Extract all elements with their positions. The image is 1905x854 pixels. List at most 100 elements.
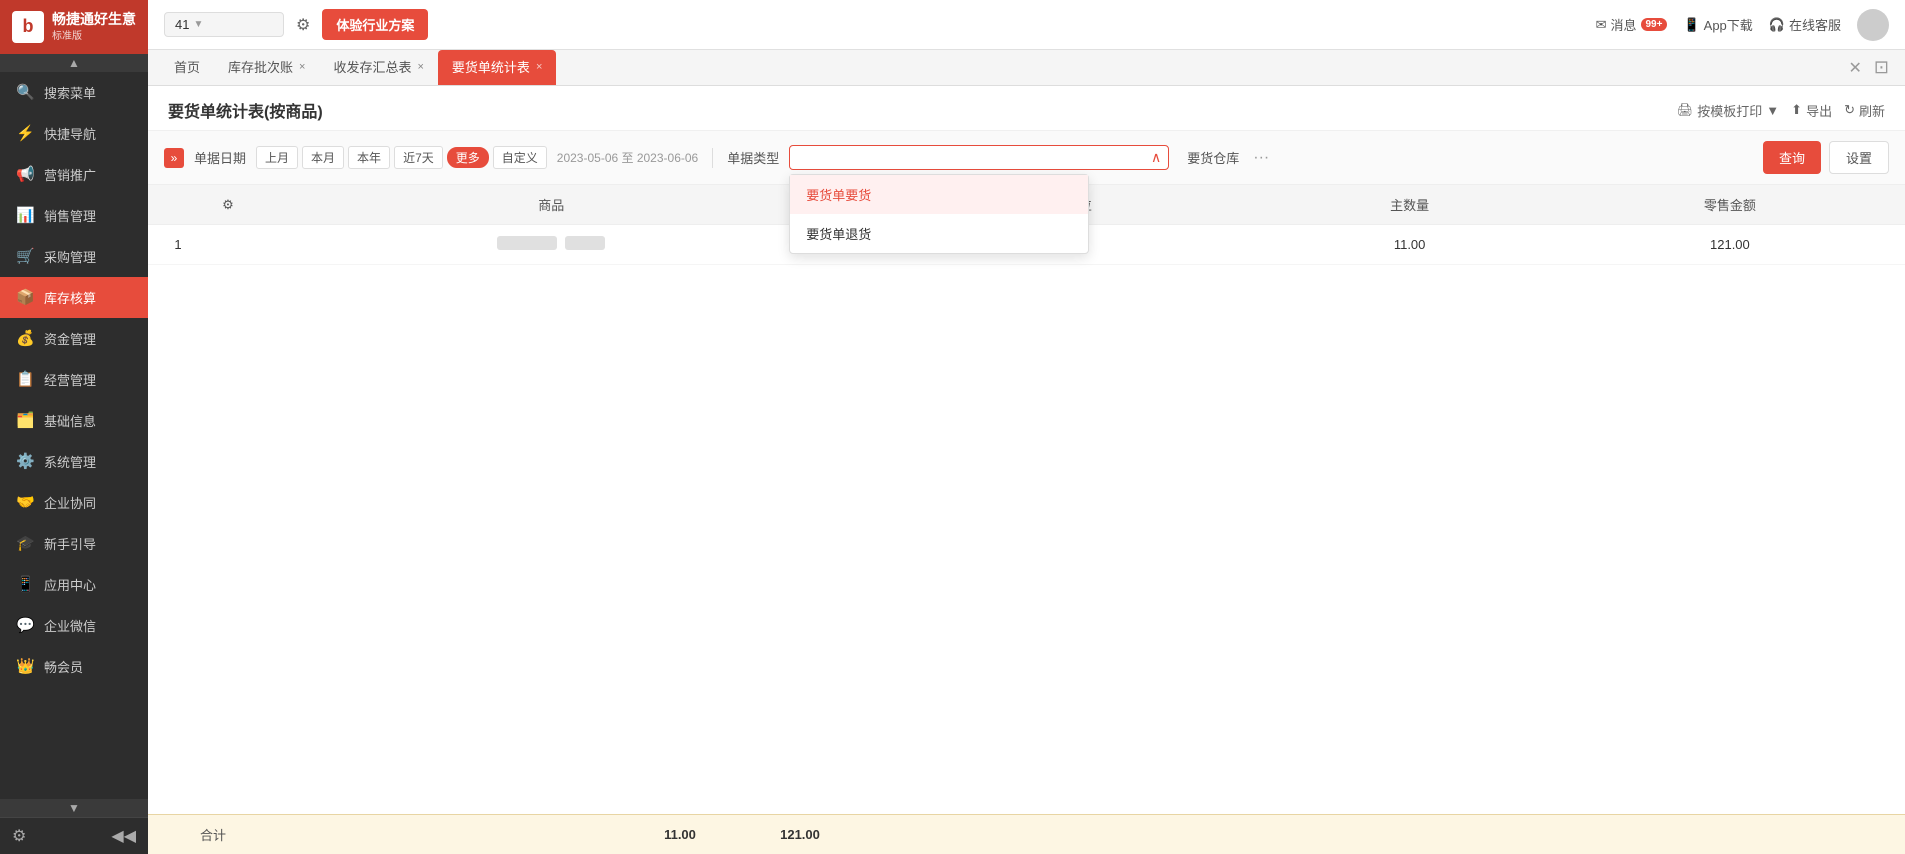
dropdown-item-1[interactable]: 要货单退货 xyxy=(790,214,1088,253)
type-select-input[interactable] xyxy=(789,145,1169,170)
tab-close-summary[interactable]: × xyxy=(417,61,423,73)
sidebar-item-app-center[interactable]: 📱 应用中心 xyxy=(0,564,148,605)
date-range-display: 2023-05-06 至 2023-06-06 xyxy=(557,149,698,166)
nav-label-system: 系统管理 xyxy=(44,452,96,471)
dropdown-item-0[interactable]: 要货单要货 xyxy=(790,175,1088,214)
expand-tabs-button[interactable]: ⊡ xyxy=(1870,50,1893,85)
nav-icon-system: ⚙️ xyxy=(16,452,34,470)
nav-icon-app-center: 📱 xyxy=(16,575,34,593)
tab-label-order-stats: 要货单统计表 xyxy=(452,57,530,76)
nav-label-member: 畅会员 xyxy=(44,657,83,676)
user-avatar[interactable] xyxy=(1857,9,1889,41)
topbar: 41 ▼ ⚙ 体验行业方案 ✉ 消息 99+ 📱 App下载 🎧 在线客服 xyxy=(148,0,1905,50)
sidebar-item-enterprise[interactable]: 🤝企业协同 xyxy=(0,482,148,523)
type-select-container: ∧ 要货单要货 要货单退货 xyxy=(789,145,1169,170)
date-prev-month-btn[interactable]: 上月 xyxy=(256,146,298,169)
export-button[interactable]: ⬆ 导出 xyxy=(1791,101,1832,120)
sidebar-item-finance[interactable]: 💰资金管理 xyxy=(0,318,148,359)
nav-label-guide: 新手引导 xyxy=(44,534,96,553)
product-blur-2 xyxy=(565,236,605,250)
sidebar-scroll-down[interactable]: ▼ xyxy=(0,799,148,817)
message-badge: 99+ xyxy=(1641,18,1668,31)
online-service-label: 在线客服 xyxy=(1789,15,1841,34)
sidebar-item-system[interactable]: ⚙️ 系统管理 xyxy=(0,441,148,482)
close-all-tabs-button[interactable]: ✕ xyxy=(1841,50,1870,85)
col-settings-header[interactable]: ⚙ xyxy=(208,185,248,225)
sidebar-item-sales[interactable]: 📊销售管理 xyxy=(0,195,148,236)
filter-expand-button[interactable]: » xyxy=(164,148,184,168)
sidebar-item-quick-nav[interactable]: ⚡快捷导航 xyxy=(0,113,148,154)
type-filter-label: 单据类型 xyxy=(727,148,779,167)
sidebar-item-inventory[interactable]: 📦库存核算 xyxy=(0,277,148,318)
print-template-button[interactable]: 🖨 按模板打印 ▼ xyxy=(1677,101,1779,120)
date-last-7-days-btn[interactable]: 近7天 xyxy=(394,146,443,169)
trial-industry-button[interactable]: 体验行业方案 xyxy=(322,9,428,40)
table-footer: 合计 11.00 121.00 xyxy=(148,814,1905,854)
app-download-item[interactable]: 📱 App下载 xyxy=(1683,15,1752,34)
page-actions: 🖨 按模板打印 ▼ ⬆ 导出 ↻ 刷新 xyxy=(1677,101,1885,120)
page-title: 要货单统计表(按商品) xyxy=(168,98,323,122)
nav-icon-operations: 📋 xyxy=(16,370,34,388)
type-dropdown-menu: 要货单要货 要货单退货 xyxy=(789,174,1089,254)
topbar-gear-button[interactable]: ⚙ xyxy=(292,11,314,39)
sidebar-item-member[interactable]: 👑 畅会员 xyxy=(0,646,148,687)
online-service-item[interactable]: 🎧 在线客服 xyxy=(1769,15,1841,34)
sidebar-item-purchase[interactable]: 🛒采购管理 xyxy=(0,236,148,277)
tab-summary[interactable]: 收发存汇总表 × xyxy=(319,50,437,85)
type-select-arrow[interactable]: ∧ xyxy=(1151,149,1161,166)
tab-close-batch[interactable]: × xyxy=(299,61,305,73)
tab-order-stats[interactable]: 要货单统计表 × xyxy=(438,50,556,85)
store-selector[interactable]: 41 ▼ xyxy=(164,12,284,37)
main-area: 41 ▼ ⚙ 体验行业方案 ✉ 消息 99+ 📱 App下载 🎧 在线客服 xyxy=(148,0,1905,854)
nav-label-app-center: 应用中心 xyxy=(44,575,96,594)
sidebar-item-marketing[interactable]: 📢 营销推广 xyxy=(0,154,148,195)
warehouse-filter-label: 要货仓库 xyxy=(1187,148,1239,167)
nav-icon-marketing: 📢 xyxy=(16,165,34,183)
warehouse-filter-dots[interactable]: ··· xyxy=(1253,149,1269,167)
nav-icon-wechat: 💬 xyxy=(16,616,34,634)
date-custom-btn[interactable]: 自定义 xyxy=(493,146,547,169)
cell-amount: 121.00 xyxy=(1555,225,1905,265)
date-more-btn[interactable]: 更多 xyxy=(447,147,489,168)
nav-icon-basic-info: 🗂️ xyxy=(16,411,34,429)
tab-close-order-stats[interactable]: × xyxy=(536,61,542,73)
sidebar-item-search[interactable]: 🔍搜索菜单 xyxy=(0,72,148,113)
sidebar-scroll-up[interactable]: ▲ xyxy=(0,54,148,72)
footer-total-label: 合计 xyxy=(160,825,620,844)
nav-label-search: 搜索菜单 xyxy=(44,83,96,102)
printer-icon: 🖨 xyxy=(1677,102,1694,118)
print-dropdown-icon: ▼ xyxy=(1766,103,1779,118)
sidebar-settings-icon[interactable]: ⚙ xyxy=(12,826,26,846)
table-container: ⚙ 商品 主计量单位 主数量 零售金额 1 xyxy=(148,185,1905,814)
sidebar-item-guide[interactable]: 🎓新手引导 xyxy=(0,523,148,564)
sidebar-item-operations[interactable]: 📋 经营管理 xyxy=(0,359,148,400)
message-icon: ✉ xyxy=(1596,17,1607,33)
nav-icon-inventory: 📦 xyxy=(16,288,34,306)
cell-settings xyxy=(208,225,248,265)
message-item[interactable]: ✉ 消息 99+ xyxy=(1596,15,1668,34)
refresh-button[interactable]: ↻ 刷新 xyxy=(1844,101,1885,120)
store-dropdown-arrow: ▼ xyxy=(193,19,203,30)
query-button[interactable]: 查询 xyxy=(1763,141,1821,174)
sidebar: b 畅捷通好生意 标准版 ▲ 🔍搜索菜单⚡快捷导航📢营销推广📊销售管理🛒采购管理… xyxy=(0,0,148,854)
table-settings-button[interactable]: 设置 xyxy=(1829,141,1889,174)
app-download-label: App下载 xyxy=(1704,15,1753,34)
sidebar-item-basic-info[interactable]: 🗂️基础信息 xyxy=(0,400,148,441)
date-this-year-btn[interactable]: 本年 xyxy=(348,146,390,169)
sidebar-collapse-icon[interactable]: ◀◀ xyxy=(111,826,136,846)
topbar-right: ✉ 消息 99+ 📱 App下载 🎧 在线客服 xyxy=(1596,9,1889,41)
store-name: 41 xyxy=(175,17,189,32)
sidebar-footer: ⚙ ◀◀ xyxy=(0,817,148,854)
tab-label-summary: 收发存汇总表 xyxy=(333,57,411,76)
nav-icon-finance: 💰 xyxy=(16,329,34,347)
nav-label-marketing: 营销推广 xyxy=(44,165,96,184)
nav-label-operations: 经营管理 xyxy=(44,370,96,389)
nav-icon-member: 👑 xyxy=(16,657,34,675)
sidebar-item-wechat[interactable]: 💬企业微信 xyxy=(0,605,148,646)
tab-home[interactable]: 首页 xyxy=(160,50,214,85)
col-quantity-header: 主数量 xyxy=(1264,185,1554,225)
tab-label-home: 首页 xyxy=(174,57,200,76)
date-this-month-btn[interactable]: 本月 xyxy=(302,146,344,169)
tab-batch[interactable]: 库存批次账 × xyxy=(214,50,319,85)
filter-right-buttons: 查询 设置 xyxy=(1763,141,1889,174)
